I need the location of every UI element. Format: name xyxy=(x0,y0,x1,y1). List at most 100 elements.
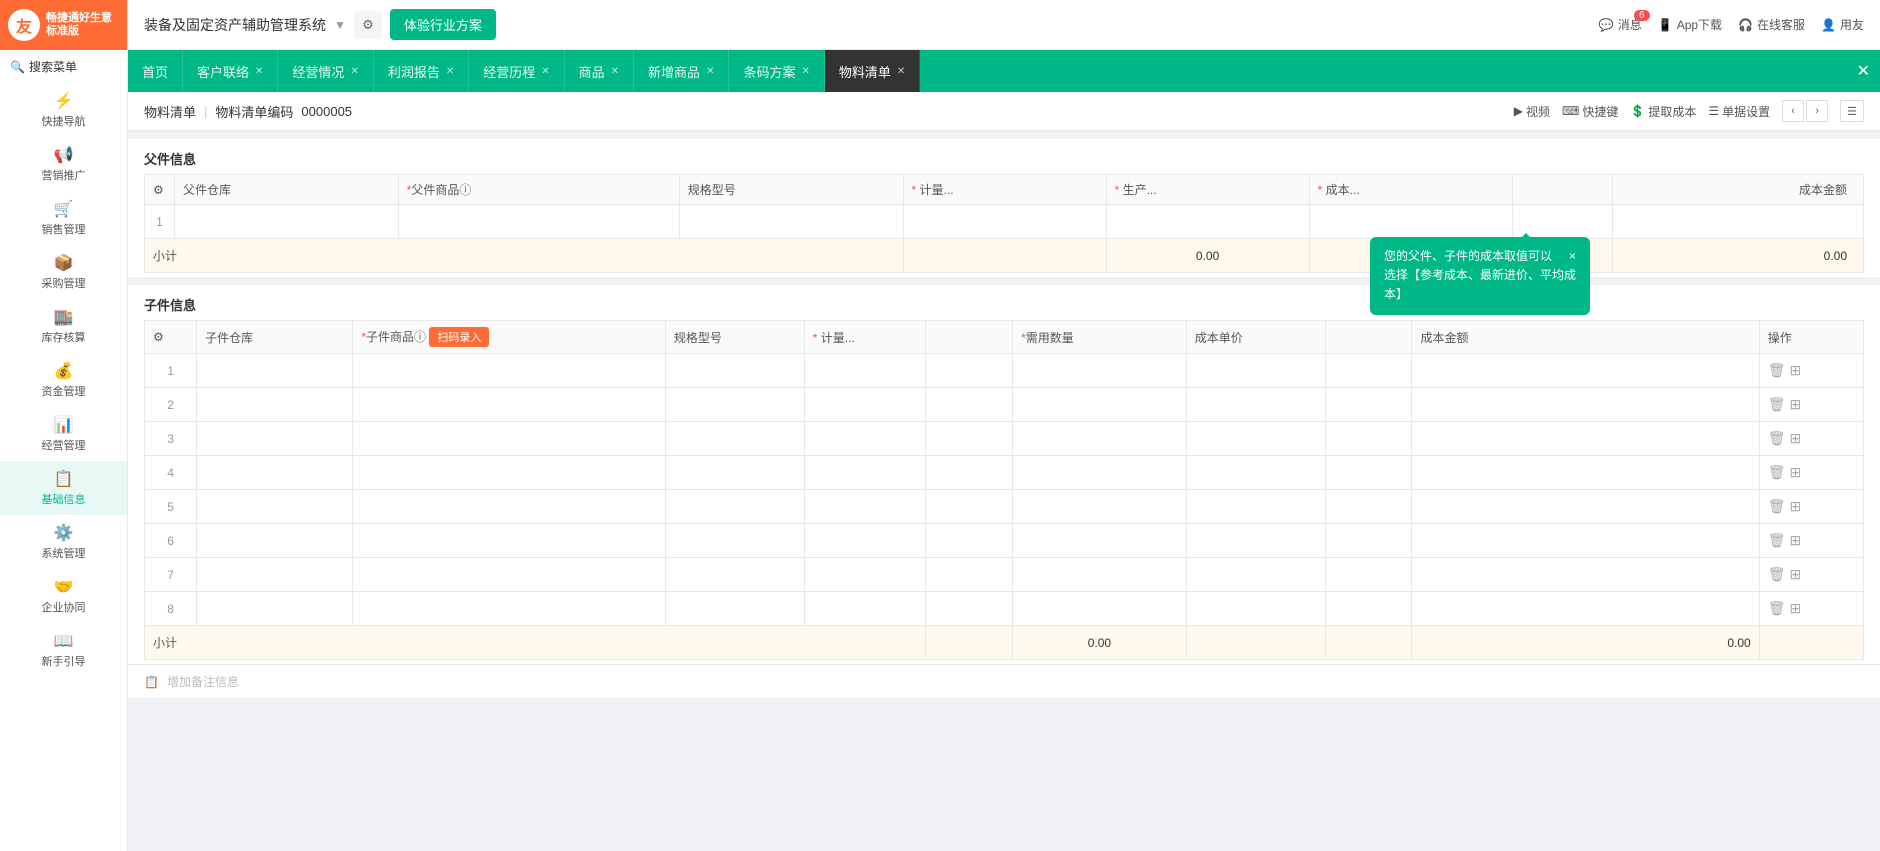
sidebar-item-cooperation[interactable]: 🤝 企业协同 xyxy=(0,569,127,623)
copy-icon[interactable]: ⊞ xyxy=(1790,362,1802,379)
copy-icon[interactable]: ⊞ xyxy=(1790,430,1802,447)
delete-icon[interactable]: 🗑 xyxy=(1768,362,1786,379)
delete-icon[interactable]: 🗑 xyxy=(1768,396,1786,413)
user-avatar[interactable]: 👤 用友 xyxy=(1821,16,1864,33)
copy-icon[interactable]: ⊞ xyxy=(1790,532,1802,549)
delete-icon[interactable]: 🗑 xyxy=(1768,566,1786,583)
child-spec-cell[interactable] xyxy=(665,456,804,490)
single-settings-action[interactable]: ☰ 单据设置 xyxy=(1708,103,1770,120)
delete-icon[interactable]: 🗑 xyxy=(1768,430,1786,447)
settings-button[interactable]: ⚙ xyxy=(354,11,382,39)
extract-cost-action[interactable]: 💲 提取成本 xyxy=(1630,103,1696,120)
tooltip-close-button[interactable]: × xyxy=(1569,247,1576,266)
child-product-cell[interactable] xyxy=(353,490,666,524)
child-warehouse-cell[interactable] xyxy=(197,524,353,558)
tab-close-icon[interactable]: ✕ xyxy=(611,66,619,77)
tab-close-icon[interactable]: ✕ xyxy=(897,66,905,77)
scan-button[interactable]: 扫码录入 xyxy=(429,327,489,347)
child-spec-cell[interactable] xyxy=(665,354,804,388)
child-warehouse-cell[interactable] xyxy=(197,354,353,388)
sidebar-item-quick-nav[interactable]: ⚡ 快捷导航 xyxy=(0,83,127,137)
nav-close-button[interactable]: ✕ xyxy=(1847,61,1880,81)
child-unit-cost-cell[interactable] xyxy=(1186,558,1325,592)
tab-new-product[interactable]: 新增商品 ✕ xyxy=(634,50,729,92)
child-unit-cell[interactable] xyxy=(804,456,926,490)
sidebar-item-system[interactable]: ⚙️ 系统管理 xyxy=(0,515,127,569)
tab-close-icon[interactable]: ✕ xyxy=(801,66,809,77)
trial-button[interactable]: 体验行业方案 xyxy=(390,9,496,40)
child-product-cell[interactable] xyxy=(353,422,666,456)
shortcut-action[interactable]: ⌨ 快捷键 xyxy=(1562,103,1618,120)
tab-home[interactable]: 首页 xyxy=(128,50,183,92)
delete-icon[interactable]: 🗑 xyxy=(1768,498,1786,515)
child-unit-cost-cell[interactable] xyxy=(1186,592,1325,626)
sidebar-item-sales[interactable]: 🛒 销售管理 xyxy=(0,191,127,245)
child-spec-cell[interactable] xyxy=(665,558,804,592)
child-unit-cost-cell[interactable] xyxy=(1186,490,1325,524)
tab-operations[interactable]: 经营情况 ✕ xyxy=(278,50,373,92)
online-service-button[interactable]: 🎧 在线客服 xyxy=(1738,16,1805,33)
child-unit-cell[interactable] xyxy=(804,558,926,592)
app-download-button[interactable]: 📱 App下载 xyxy=(1658,16,1722,33)
tab-close-icon[interactable]: ✕ xyxy=(446,66,454,77)
child-qty-cell[interactable] xyxy=(1013,354,1187,388)
parent-product-cell[interactable] xyxy=(398,205,679,239)
child-unit-cell[interactable] xyxy=(804,592,926,626)
message-button[interactable]: 💬 消息 6 xyxy=(1599,16,1642,33)
child-warehouse-cell[interactable] xyxy=(197,490,353,524)
tab-close-icon[interactable]: ✕ xyxy=(350,66,358,77)
child-warehouse-cell[interactable] xyxy=(197,422,353,456)
sidebar-item-marketing[interactable]: 📢 营销推广 xyxy=(0,137,127,191)
copy-icon[interactable]: ⊞ xyxy=(1790,566,1802,583)
tab-history[interactable]: 经营历程 ✕ xyxy=(469,50,564,92)
child-unit-cost-cell[interactable] xyxy=(1186,524,1325,558)
child-spec-cell[interactable] xyxy=(665,592,804,626)
child-unit-cost-cell[interactable] xyxy=(1186,354,1325,388)
child-unit-cost-cell[interactable] xyxy=(1186,422,1325,456)
child-product-cell[interactable] xyxy=(353,456,666,490)
prev-arrow-button[interactable]: ‹ xyxy=(1782,100,1804,122)
child-product-cell[interactable] xyxy=(353,524,666,558)
next-arrow-button[interactable]: › xyxy=(1806,100,1828,122)
child-product-cell[interactable] xyxy=(353,558,666,592)
list-view-button[interactable]: ☰ xyxy=(1840,100,1864,122)
child-unit-cell[interactable] xyxy=(804,388,926,422)
child-qty-cell[interactable] xyxy=(1013,422,1187,456)
tab-close-icon[interactable]: ✕ xyxy=(255,66,263,77)
search-menu[interactable]: 🔍 搜索菜单 xyxy=(0,50,127,83)
delete-icon[interactable]: 🗑 xyxy=(1768,600,1786,617)
child-qty-cell[interactable] xyxy=(1013,524,1187,558)
child-warehouse-cell[interactable] xyxy=(197,558,353,592)
tab-bom[interactable]: 物料清单 ✕ xyxy=(825,50,920,92)
copy-icon[interactable]: ⊞ xyxy=(1790,464,1802,481)
child-unit-cell[interactable] xyxy=(804,422,926,456)
child-unit-cell[interactable] xyxy=(804,524,926,558)
sidebar-item-operations[interactable]: 📊 经营管理 xyxy=(0,407,127,461)
child-qty-cell[interactable] xyxy=(1013,388,1187,422)
tab-profit[interactable]: 利润报告 ✕ xyxy=(374,50,469,92)
sidebar-item-basic-info[interactable]: 📋 基础信息 xyxy=(0,461,127,515)
parent-col-settings[interactable]: ⚙ xyxy=(145,175,175,205)
delete-icon[interactable]: 🗑 xyxy=(1768,464,1786,481)
tab-close-icon[interactable]: ✕ xyxy=(706,66,714,77)
child-unit-cost-cell[interactable] xyxy=(1186,388,1325,422)
copy-icon[interactable]: ⊞ xyxy=(1790,600,1802,617)
tab-customer[interactable]: 客户联络 ✕ xyxy=(183,50,278,92)
child-warehouse-cell[interactable] xyxy=(197,388,353,422)
child-spec-cell[interactable] xyxy=(665,388,804,422)
sidebar-item-finance[interactable]: 💰 资金管理 xyxy=(0,353,127,407)
child-spec-cell[interactable] xyxy=(665,490,804,524)
child-warehouse-cell[interactable] xyxy=(197,456,353,490)
child-qty-cell[interactable] xyxy=(1013,456,1187,490)
view-action[interactable]: ▶ 视频 xyxy=(1514,103,1550,120)
parent-spec-cell[interactable] xyxy=(679,205,903,239)
sidebar-item-purchase[interactable]: 📦 采购管理 xyxy=(0,245,127,299)
child-qty-cell[interactable] xyxy=(1013,490,1187,524)
child-qty-cell[interactable] xyxy=(1013,558,1187,592)
child-spec-cell[interactable] xyxy=(665,422,804,456)
child-product-cell[interactable] xyxy=(353,388,666,422)
tab-close-icon[interactable]: ✕ xyxy=(541,66,549,77)
child-product-cell[interactable] xyxy=(353,592,666,626)
child-qty-cell[interactable] xyxy=(1013,592,1187,626)
sidebar-item-guide[interactable]: 📖 新手引导 xyxy=(0,623,127,677)
